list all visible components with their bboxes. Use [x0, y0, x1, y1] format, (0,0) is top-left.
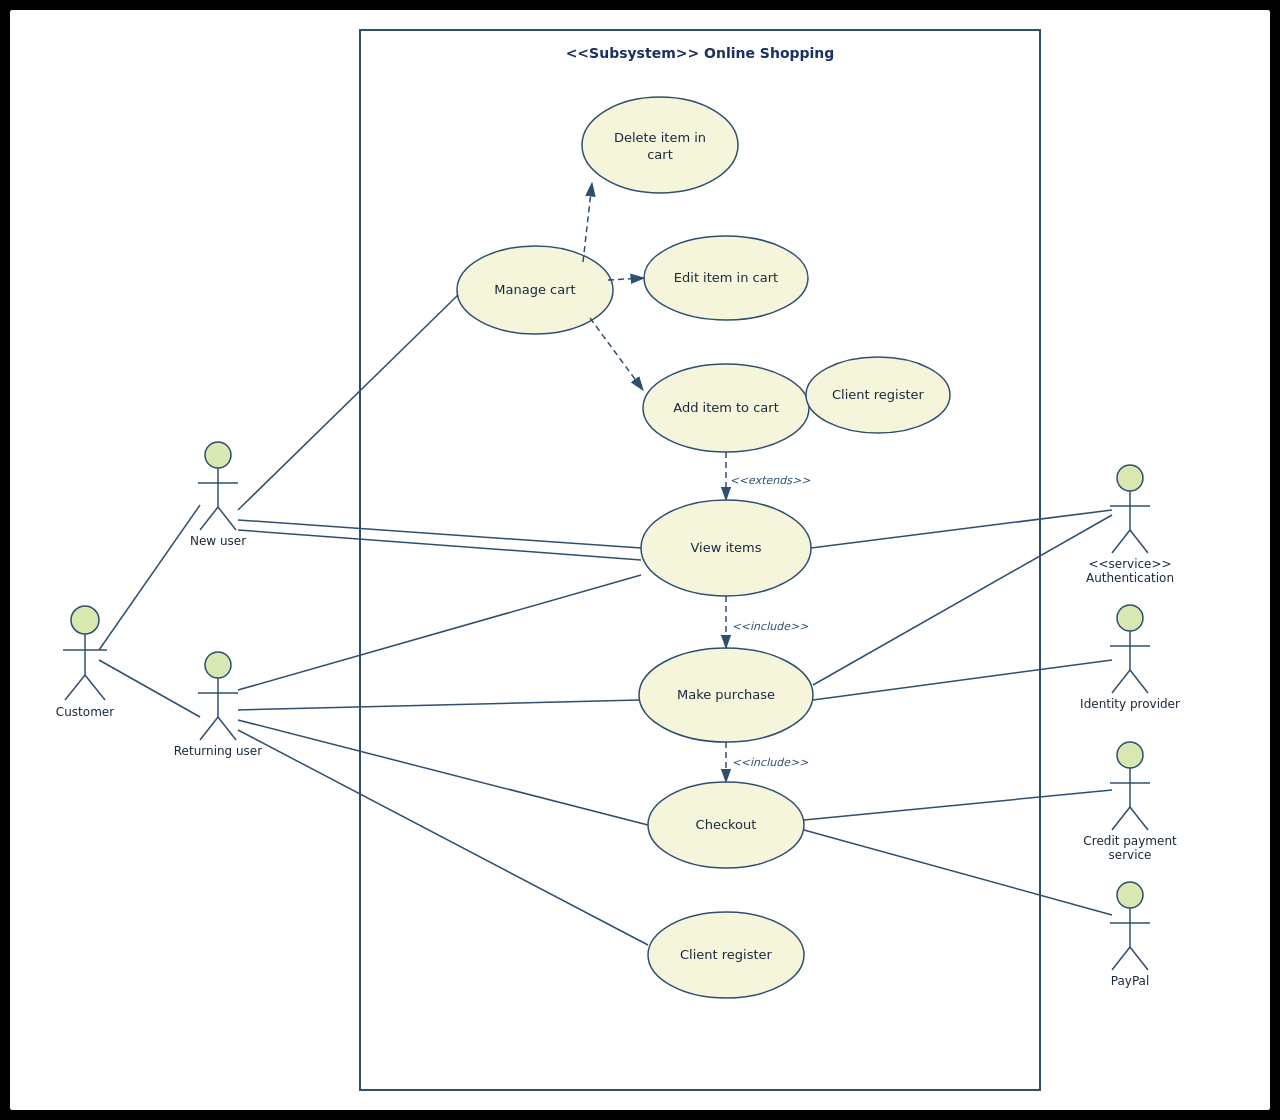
manage-cart-label: Manage cart [494, 282, 575, 297]
identity-provider-label: Identity provider [1080, 697, 1180, 711]
svg-point-15 [205, 652, 231, 678]
svg-point-35 [1117, 882, 1143, 908]
client-register-bottom-label: Client register [680, 947, 773, 962]
credit-payment-label2: service [1109, 848, 1152, 862]
returning-user-label: Returning user [174, 744, 262, 758]
extends-label: <<extends>> [730, 474, 812, 487]
make-purchase-label: Make purchase [677, 687, 775, 702]
delete-item-label: Delete item in [614, 130, 706, 145]
delete-item-label2: cart [647, 147, 673, 162]
svg-point-20 [1117, 465, 1143, 491]
add-item-label: Add item to cart [673, 400, 779, 415]
checkout-label: Checkout [696, 817, 757, 832]
include-label-2: <<include>> [732, 756, 810, 769]
include-label-1: <<include>> [732, 620, 810, 633]
subsystem-title: <<Subsystem>> Online Shopping [566, 45, 835, 61]
client-register-top-label: Client register [832, 387, 925, 402]
svg-point-5 [71, 606, 99, 634]
authentication-label: <<service>> [1088, 557, 1171, 571]
svg-point-10 [205, 442, 231, 468]
authentication-label2: Authentication [1086, 571, 1174, 585]
credit-payment-label: Credit payment [1083, 834, 1177, 848]
new-user-label: New user [190, 534, 246, 548]
paypal-label: PayPal [1111, 974, 1150, 988]
svg-point-25 [1117, 605, 1143, 631]
edit-item-label: Edit item in cart [674, 270, 778, 285]
view-items-label: View items [690, 540, 761, 555]
customer-label: Customer [56, 705, 114, 719]
delete-item-ellipse [582, 97, 738, 193]
svg-point-30 [1117, 742, 1143, 768]
